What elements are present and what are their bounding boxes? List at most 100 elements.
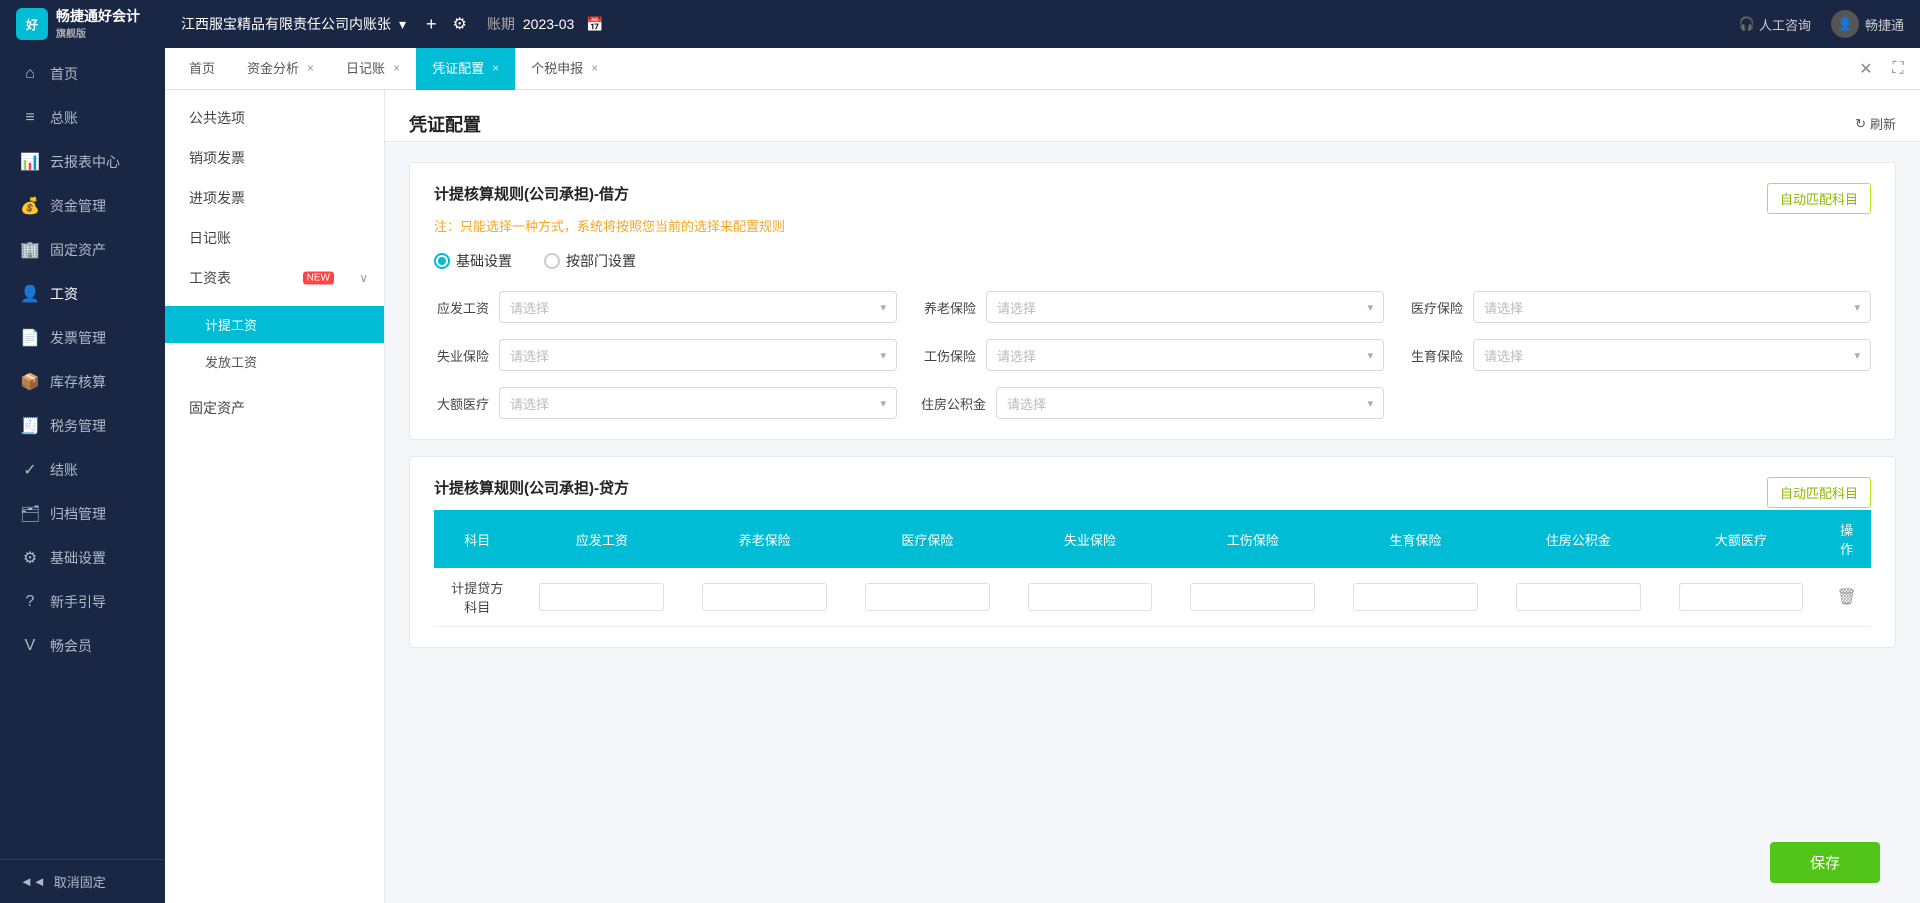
select-ylbx[interactable]: 请选择 ▾ <box>986 291 1384 323</box>
select-dayl[interactable]: 请选择 ▾ <box>499 387 897 419</box>
debit-auto-match-button[interactable]: 自动匹配科目 <box>1767 183 1871 214</box>
radio-basic[interactable]: 基础设置 <box>434 251 512 271</box>
content-area: 首页 资金分析 × 日记账 × 凭证配置 × 个税申报 × ✕ ⛶ <box>165 48 1920 903</box>
td-zfgjj-input[interactable] <box>1497 568 1660 627</box>
tab-voucher[interactable]: 凭证配置 × <box>416 48 515 90</box>
sub-item-sales[interactable]: 销项发票 <box>165 138 384 178</box>
settings-icon[interactable]: ⚙ <box>453 14 467 34</box>
td-yfgz-input[interactable] <box>521 568 684 627</box>
sub-item-calc-salary[interactable]: 计提工资 <box>165 306 384 343</box>
support-label: 人工咨询 <box>1759 15 1811 34</box>
select-ylbx-placeholder: 请选择 <box>997 298 1036 317</box>
sidebar-item-inventory[interactable]: 📦 库存核算 <box>0 360 165 404</box>
cancel-pin-button[interactable]: ◄◄ 取消固定 <box>0 859 165 903</box>
tab-fund[interactable]: 资金分析 × <box>231 48 330 90</box>
td-sybx2-input[interactable] <box>1334 568 1497 627</box>
reports-icon: 📊 <box>20 152 40 172</box>
tab-tax[interactable]: 个税申报 × <box>515 48 614 90</box>
chevron-sybx2: ▾ <box>1854 349 1860 362</box>
assets-icon: 🏢 <box>20 240 40 260</box>
tab-tax-close[interactable]: × <box>591 61 598 75</box>
tab-fund-close[interactable]: × <box>307 61 314 75</box>
th-zfgjj: 住房公积金 <box>1497 510 1660 568</box>
label-dayl: 大额医疗 <box>434 394 489 413</box>
period-label: 账期 <box>487 14 515 34</box>
tab-home-label: 首页 <box>189 58 215 77</box>
input-ylbx[interactable] <box>702 583 827 611</box>
sidebar-item-reports[interactable]: 📊 云报表中心 <box>0 140 165 184</box>
tab-journal[interactable]: 日记账 × <box>330 48 416 90</box>
credit-section: 计提核算规则(公司承担)-贷方 自动匹配科目 科目 应发工资 养老保险 医疗保险… <box>409 456 1896 648</box>
input-dayl[interactable] <box>1679 583 1804 611</box>
radio-department[interactable]: 按部门设置 <box>544 251 636 271</box>
td-dayl-input[interactable] <box>1660 568 1823 627</box>
period-value: 2023-03 <box>523 16 574 32</box>
label-yfgz: 应发工资 <box>434 298 489 317</box>
select-sybx[interactable]: 请选择 ▾ <box>499 339 897 371</box>
sidebar-label-reports: 云报表中心 <box>50 152 120 172</box>
sub-item-fixed-assets[interactable]: 固定资产 <box>165 388 384 428</box>
delete-icon[interactable]: 🗑 <box>1836 589 1856 606</box>
th-dayl: 大额医疗 <box>1660 510 1823 568</box>
td-ylbx2-input[interactable] <box>846 568 1009 627</box>
new-badge: NEW <box>303 272 334 285</box>
sub-item-pay-salary[interactable]: 发放工资 <box>165 343 384 380</box>
app-name: 畅捷通好会计 <box>56 8 140 25</box>
radio-basic-circle <box>434 253 450 269</box>
sidebar-item-home[interactable]: ⌂ 首页 <box>0 52 165 96</box>
salary-icon: 👤 <box>20 284 40 304</box>
td-gsbx-input[interactable] <box>1171 568 1334 627</box>
select-ylbx2[interactable]: 请选择 ▾ <box>1473 291 1871 323</box>
form-item-gsbx: 工伤保险 请选择 ▾ <box>921 339 1384 371</box>
label-ylbx: 养老保险 <box>921 298 976 317</box>
sidebar-item-settings[interactable]: ⚙ 基础设置 <box>0 536 165 580</box>
td-delete-action[interactable]: 🗑 <box>1822 568 1871 627</box>
sidebar-item-guide[interactable]: ? 新手引导 <box>0 580 165 624</box>
tab-voucher-close[interactable]: × <box>492 61 499 75</box>
tab-home[interactable]: 首页 <box>173 48 231 90</box>
maximize-button[interactable]: ⛶ <box>1884 55 1912 83</box>
th-sybx: 失业保险 <box>1009 510 1172 568</box>
calendar-icon[interactable]: 📅 <box>586 16 603 33</box>
sub-item-public[interactable]: 公共选项 <box>165 98 384 138</box>
debit-section: 计提核算规则(公司承担)-借方 注：只能选择一种方式，系统将按照您当前的选择来配… <box>409 162 1896 440</box>
tab-journal-close[interactable]: × <box>393 61 400 75</box>
input-sybx2[interactable] <box>1353 583 1478 611</box>
sidebar-item-funds[interactable]: 💰 资金管理 <box>0 184 165 228</box>
input-yfgz[interactable] <box>539 583 664 611</box>
sidebar-item-vip[interactable]: V 畅会员 <box>0 624 165 668</box>
home-icon: ⌂ <box>20 65 40 83</box>
support-button[interactable]: 🎧 人工咨询 <box>1739 15 1811 34</box>
td-sybx-input[interactable] <box>1009 568 1172 627</box>
sidebar-item-ledger[interactable]: ≡ 总账 <box>0 96 165 140</box>
ledger-icon: ≡ <box>20 109 40 127</box>
user-info[interactable]: 👤 畅捷通 <box>1831 10 1904 38</box>
sidebar-item-assets[interactable]: 🏢 固定资产 <box>0 228 165 272</box>
select-zfgjj[interactable]: 请选择 ▾ <box>996 387 1384 419</box>
select-gsbx[interactable]: 请选择 ▾ <box>986 339 1384 371</box>
sidebar-item-invoice[interactable]: 📄 发票管理 <box>0 316 165 360</box>
sub-item-purchase[interactable]: 进项发票 <box>165 178 384 218</box>
refresh-button[interactable]: ↻ 刷新 <box>1855 114 1896 133</box>
select-sybx2[interactable]: 请选择 ▾ <box>1473 339 1871 371</box>
save-button[interactable]: 保存 <box>1770 842 1880 883</box>
sub-item-journal[interactable]: 日记账 <box>165 218 384 258</box>
input-sybx[interactable] <box>1028 583 1153 611</box>
add-account-button[interactable]: + <box>426 14 437 35</box>
chevron-gsbx: ▾ <box>1367 349 1373 362</box>
credit-auto-match-button[interactable]: 自动匹配科目 <box>1767 477 1871 508</box>
close-tab-button[interactable]: ✕ <box>1852 55 1880 83</box>
company-selector[interactable]: 江西服宝精品有限责任公司内账张 ▾ + ⚙ 账期 2023-03 📅 <box>181 14 1739 35</box>
sidebar-item-salary[interactable]: 👤 工资 <box>0 272 165 316</box>
sidebar-item-tax[interactable]: 🧾 税务管理 <box>0 404 165 448</box>
input-ylbx2[interactable] <box>865 583 990 611</box>
sub-item-salary-table[interactable]: 工资表 NEW ∨ <box>165 258 384 298</box>
sub-item-fixed-assets-label: 固定资产 <box>189 400 245 416</box>
select-yfgz[interactable]: 请选择 ▾ <box>499 291 897 323</box>
sidebar-item-settle[interactable]: ✓ 结账 <box>0 448 165 492</box>
sidebar-item-archive[interactable]: 🗂 归档管理 <box>0 492 165 536</box>
input-zfgjj[interactable] <box>1516 583 1641 611</box>
td-ylbx-input[interactable] <box>683 568 846 627</box>
select-zfgjj-placeholder: 请选择 <box>1007 394 1046 413</box>
input-gsbx[interactable] <box>1190 583 1315 611</box>
